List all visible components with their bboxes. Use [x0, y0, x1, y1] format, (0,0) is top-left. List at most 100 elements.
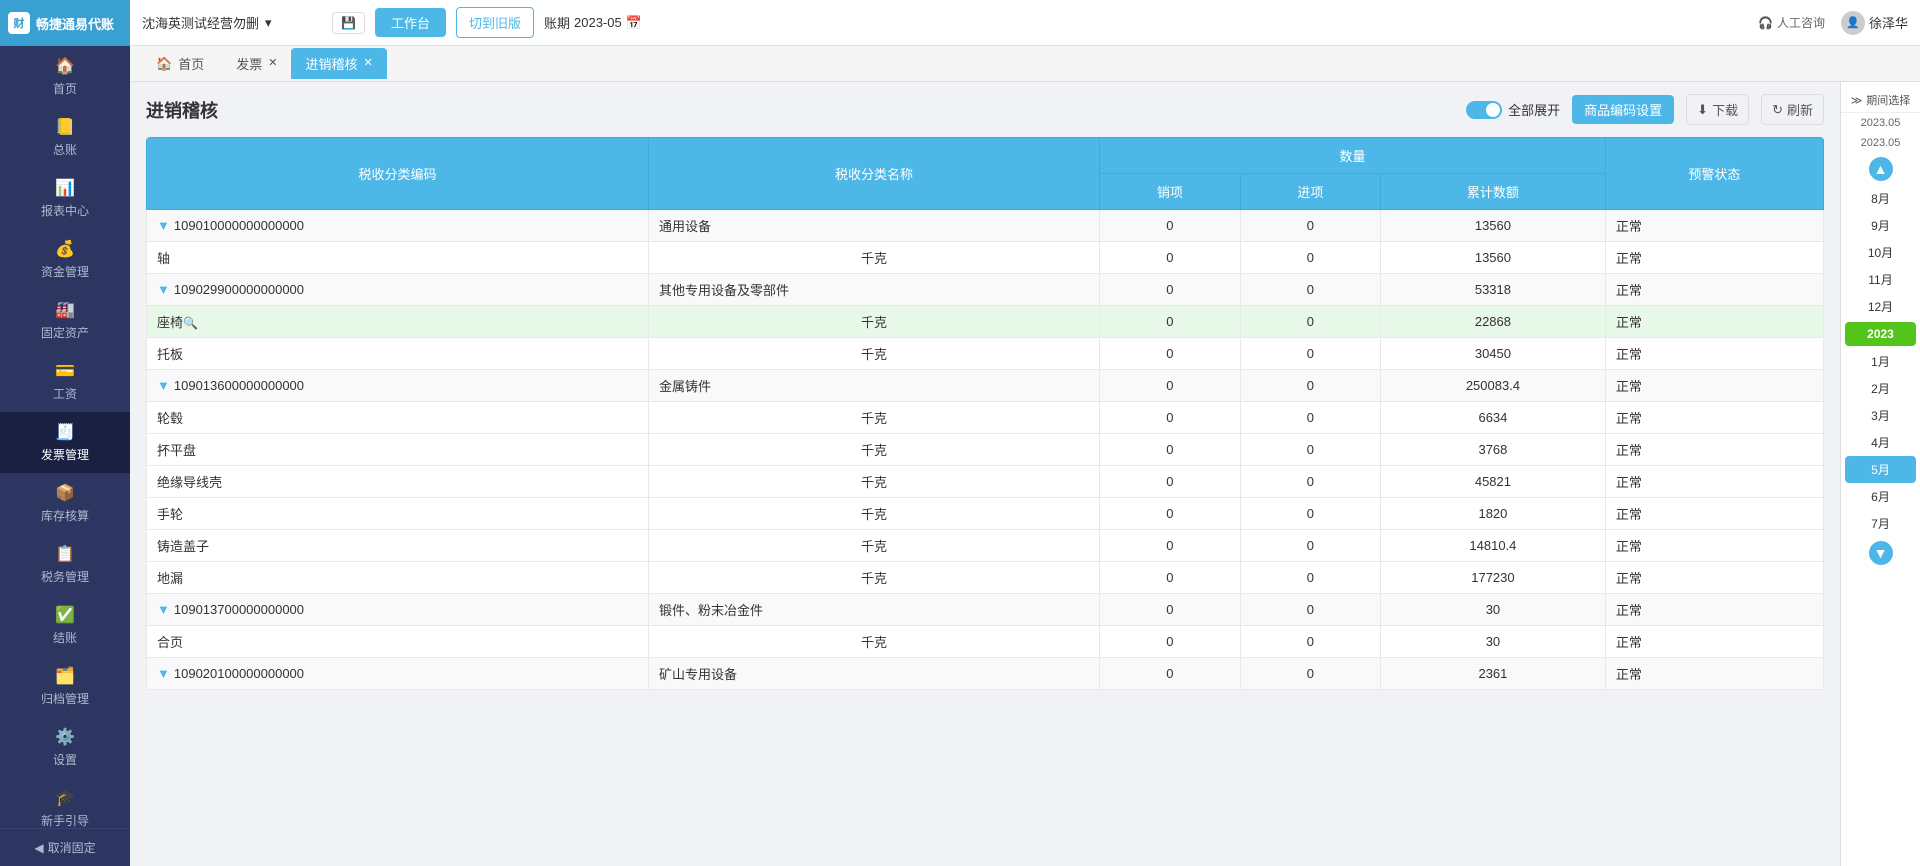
- search-icon[interactable]: 🔍: [183, 316, 198, 330]
- period-month-11[interactable]: 11月: [1841, 266, 1920, 293]
- period-month-5[interactable]: 5月: [1845, 456, 1916, 483]
- sidebar-item-invoice[interactable]: 🧾 发票管理: [0, 412, 130, 473]
- status-cell: 正常: [1605, 306, 1823, 338]
- period-month-6[interactable]: 6月: [1841, 483, 1920, 510]
- tab-home[interactable]: 🏠 首页: [142, 48, 218, 79]
- table-row[interactable]: 托板 千克 0 0 30450 正常: [147, 338, 1824, 370]
- scroll-down-button[interactable]: ▼: [1869, 541, 1893, 565]
- refresh-button[interactable]: ↻ 刷新: [1761, 94, 1824, 125]
- table-row[interactable]: 抔平盘 千克 0 0 3768 正常: [147, 434, 1824, 466]
- sidebar-item-funds[interactable]: 💰 资金管理: [0, 229, 130, 290]
- workspace-button[interactable]: 工作台: [375, 8, 446, 37]
- logo-icon: 财: [8, 12, 30, 34]
- purchase-qty-cell: 0: [1240, 402, 1380, 434]
- sale-qty-cell: 0: [1100, 530, 1240, 562]
- sidebar-item-tax[interactable]: 📋 税务管理: [0, 534, 130, 595]
- tab-reconcile-close[interactable]: ✕: [363, 58, 372, 69]
- sidebar-item-ledger[interactable]: 📒 总账: [0, 107, 130, 168]
- expand-icon[interactable]: ▼: [157, 282, 170, 297]
- period-month-3[interactable]: 3月: [1841, 402, 1920, 429]
- sidebar-item-inventory[interactable]: 📦 库存核算: [0, 473, 130, 534]
- save-button[interactable]: 💾: [332, 12, 365, 34]
- sidebar-item-home[interactable]: 🏠 首页: [0, 46, 130, 107]
- product-code-setting-button[interactable]: 商品编码设置: [1572, 95, 1674, 124]
- unit-cell: 千克: [648, 626, 1099, 658]
- unit-cell: 千克: [648, 306, 1099, 338]
- sidebar-item-archive[interactable]: 🗂️ 归档管理: [0, 656, 130, 717]
- table-row[interactable]: 地漏 千克 0 0 177230 正常: [147, 562, 1824, 594]
- period-month-2[interactable]: 2月: [1841, 375, 1920, 402]
- download-button[interactable]: ⬇ 下载: [1686, 94, 1749, 125]
- period-month-10[interactable]: 10月: [1841, 239, 1920, 266]
- period-month-8[interactable]: 8月: [1841, 185, 1920, 212]
- table-row[interactable]: 座椅🔍 千克 0 0 22868 正常: [147, 306, 1824, 338]
- period-date-1[interactable]: 2023.05: [1859, 113, 1903, 133]
- period-selector-header[interactable]: ≫ 期间选择: [1841, 88, 1920, 113]
- period-year-2023[interactable]: 2023: [1845, 322, 1916, 346]
- sidebar-item-settings[interactable]: ⚙️ 设置: [0, 717, 130, 778]
- sidebar-footer-pin[interactable]: ◀ 取消固定: [0, 828, 130, 866]
- home-icon: 🏠: [55, 56, 75, 76]
- expand-icon[interactable]: ▼: [157, 666, 170, 681]
- archive-icon: 🗂️: [55, 666, 75, 686]
- switch-version-button[interactable]: 切到旧版: [456, 7, 534, 38]
- tab-reconcile[interactable]: 进销稽核 ✕: [291, 48, 386, 79]
- table-row[interactable]: ▼109029900000000000 其他专用设备及零部件 0 0 53318…: [147, 274, 1824, 306]
- sidebar-item-reports[interactable]: 📊 报表中心: [0, 168, 130, 229]
- expand-icon[interactable]: ▼: [157, 602, 170, 617]
- period-month-1[interactable]: 1月: [1841, 348, 1920, 375]
- support-label: 人工咨询: [1777, 14, 1825, 31]
- item-name-cell: 手轮: [147, 498, 649, 530]
- table-row[interactable]: 轮毂 千克 0 0 6634 正常: [147, 402, 1824, 434]
- expand-toggle[interactable]: [1466, 101, 1502, 119]
- total-cell: 13560: [1381, 210, 1606, 242]
- period-selector-label: 期间选择: [1866, 92, 1910, 108]
- period-month-4[interactable]: 4月: [1841, 429, 1920, 456]
- support-button[interactable]: 🎧 人工咨询: [1758, 14, 1825, 31]
- period-month-7[interactable]: 7月: [1841, 510, 1920, 537]
- tab-invoice-close[interactable]: ✕: [268, 58, 277, 69]
- table-row[interactable]: ▼109013700000000000 锻件、粉末冶金件 0 0 30 正常: [147, 594, 1824, 626]
- sidebar-item-guide[interactable]: 🎓 新手引导: [0, 778, 130, 828]
- item-name-cell: 绝缘导线壳: [147, 466, 649, 498]
- status-cell: 正常: [1605, 402, 1823, 434]
- expand-toggle-label: 全部展开: [1508, 100, 1560, 119]
- reports-icon: 📊: [55, 178, 75, 198]
- headset-icon: 🎧: [1758, 16, 1773, 30]
- table-row[interactable]: ▼109010000000000000 通用设备 0 0 13560 正常: [147, 210, 1824, 242]
- company-selector[interactable]: 沈海英测试经营勿删 ▾: [142, 13, 322, 32]
- period-month-9[interactable]: 9月: [1841, 212, 1920, 239]
- table-row[interactable]: 铸造盖子 千克 0 0 14810.4 正常: [147, 530, 1824, 562]
- table-row[interactable]: 绝缘导线壳 千克 0 0 45821 正常: [147, 466, 1824, 498]
- settings-icon: ⚙️: [55, 727, 75, 747]
- sidebar-item-label: 库存核算: [41, 507, 89, 524]
- unit-cell: 千克: [648, 498, 1099, 530]
- status-cell: 正常: [1605, 498, 1823, 530]
- guide-icon: 🎓: [55, 788, 75, 808]
- item-name-cell: 合页: [147, 626, 649, 658]
- period-date-2[interactable]: 2023.05: [1859, 133, 1903, 153]
- period-month-12[interactable]: 12月: [1841, 293, 1920, 320]
- expand-toggle-container[interactable]: 全部展开: [1466, 100, 1560, 119]
- table-row[interactable]: ▼109013600000000000 金属铸件 0 0 250083.4 正常: [147, 370, 1824, 402]
- sidebar-item-checkout[interactable]: ✅ 结账: [0, 595, 130, 656]
- app-logo: 财 畅捷通易代账: [0, 0, 130, 46]
- expand-icon[interactable]: ▼: [157, 378, 170, 393]
- table-row[interactable]: ▼109020100000000000 矿山专用设备 0 0 2361 正常: [147, 658, 1824, 690]
- tab-invoice[interactable]: 发票 ✕: [222, 48, 291, 79]
- sidebar-item-assets[interactable]: 🏭 固定资产: [0, 290, 130, 351]
- tax-code-cell: ▼109010000000000000: [147, 210, 649, 242]
- user-menu[interactable]: 👤 徐泽华: [1841, 11, 1908, 35]
- calendar-icon[interactable]: 📅: [626, 15, 642, 31]
- sale-qty-cell: 0: [1100, 626, 1240, 658]
- table-row[interactable]: 合页 千克 0 0 30 正常: [147, 626, 1824, 658]
- purchase-qty-cell: 0: [1240, 562, 1380, 594]
- table-row[interactable]: 手轮 千克 0 0 1820 正常: [147, 498, 1824, 530]
- table-row[interactable]: 轴 千克 0 0 13560 正常: [147, 242, 1824, 274]
- expand-icon[interactable]: ▼: [157, 218, 170, 233]
- sidebar-item-salary[interactable]: 💳 工资: [0, 351, 130, 412]
- scroll-up-button[interactable]: ▲: [1869, 157, 1893, 181]
- status-cell: 正常: [1605, 562, 1823, 594]
- total-cell: 6634: [1381, 402, 1606, 434]
- sale-qty-cell: 0: [1100, 370, 1240, 402]
